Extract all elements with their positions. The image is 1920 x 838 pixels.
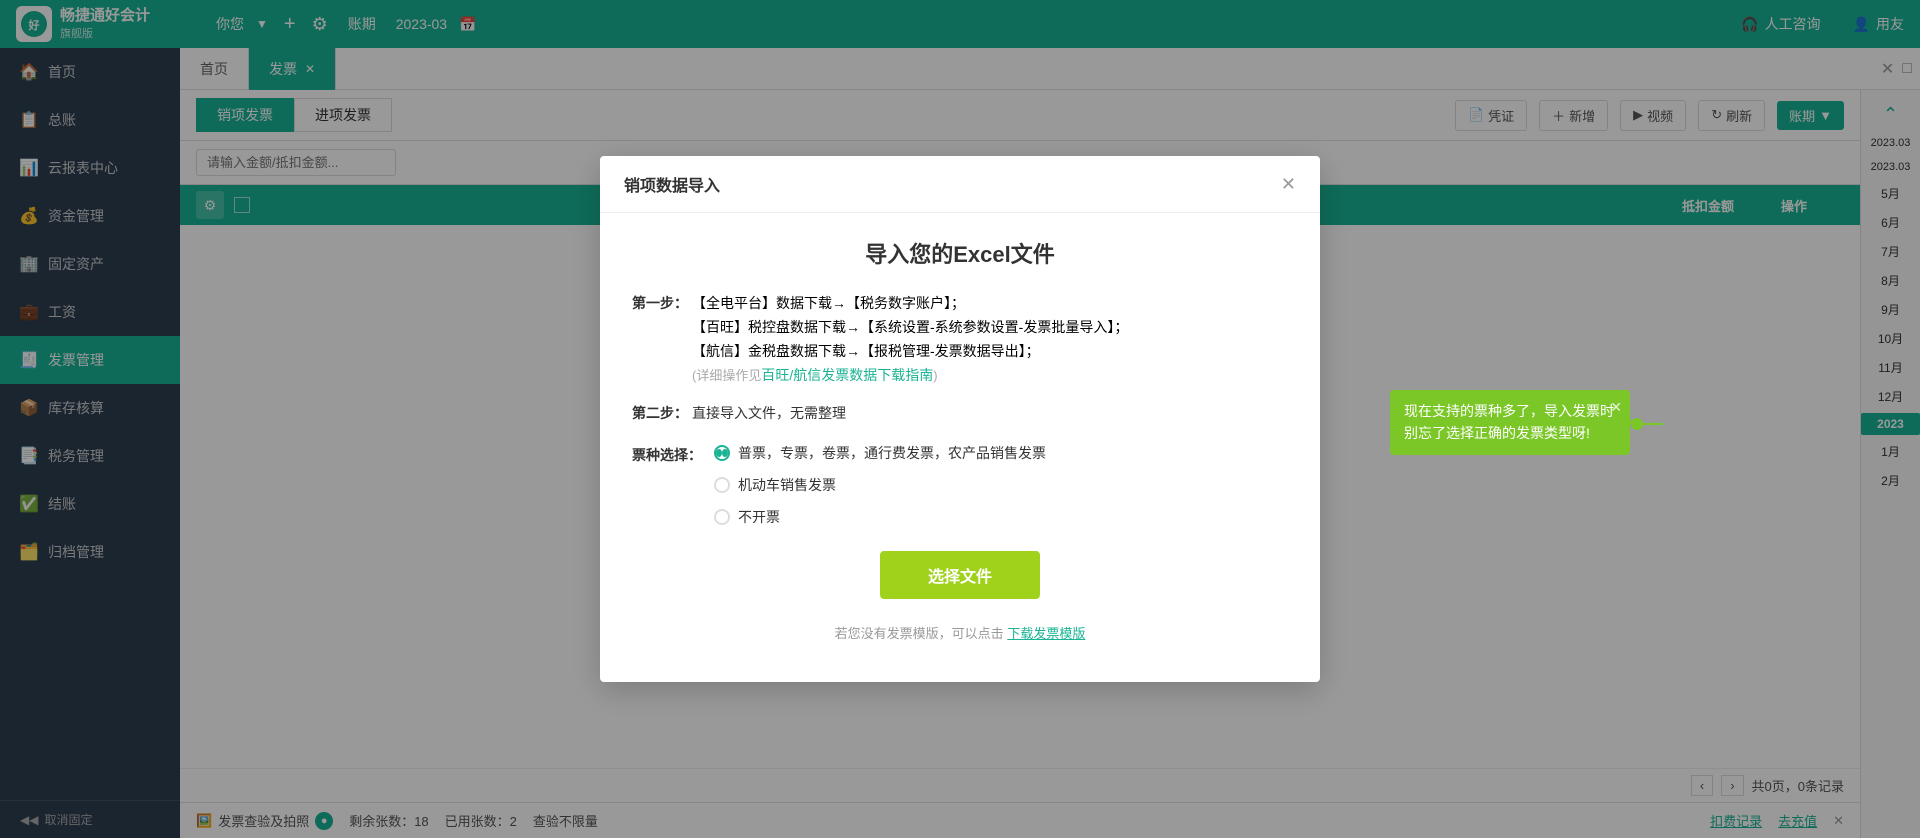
step1-row: 第一步： 【全电平台】数据下载→【税务数字账户】； 【百旺】税控盘数据下载→【系… — [632, 293, 1288, 385]
radio-option-2[interactable]: 不开票 — [714, 507, 1046, 527]
radio-group: 普票，专票，卷票，通行费发票，农产品销售发票 机动车销售发票 不开票 — [714, 443, 1046, 527]
radio-circle-1 — [714, 477, 730, 493]
tooltip-close-button[interactable]: ✕ — [1610, 396, 1622, 418]
step1-label: 第一步： — [632, 293, 688, 313]
step2-label: 第二步： — [632, 403, 688, 423]
footer-note-text: 若您没有发票模版，可以点击 — [835, 626, 1004, 641]
radio-option-0[interactable]: 普票，专票，卷票，通行费发票，农产品销售发票 — [714, 443, 1046, 463]
modal-footer-note: 若您没有发票模版，可以点击 下载发票模版 — [632, 623, 1288, 658]
radio-label-1: 机动车销售发票 — [738, 475, 836, 495]
tooltip-connector-line — [1643, 423, 1663, 425]
ticket-select-row: 票种选择： 普票，专票，卷票，通行费发票，农产品销售发票 机动车销售发票 不开票 — [632, 443, 1288, 527]
modal-overlay: 销项数据导入 ✕ 导入您的Excel文件 第一步： 【全电平台】数据下载→【税务… — [0, 0, 1920, 838]
select-file-button[interactable]: 选择文件 — [880, 551, 1040, 599]
tooltip-connector-dot — [1631, 418, 1643, 430]
radio-option-1[interactable]: 机动车销售发票 — [714, 475, 1046, 495]
step2-row: 第二步： 直接导入文件，无需整理 — [632, 403, 1288, 423]
modal-dialog: 销项数据导入 ✕ 导入您的Excel文件 第一步： 【全电平台】数据下载→【税务… — [600, 156, 1320, 682]
step1-guide-link[interactable]: 百旺/航信发票数据下载指南 — [761, 367, 933, 383]
radio-circle-0 — [714, 445, 730, 461]
step1-link-text: (详细操作见百旺/航信发票数据下载指南) — [692, 365, 1128, 385]
tooltip-bubble: ✕ 现在支持的票种多了，导入发票时别忘了选择正确的发票类型呀! — [1390, 390, 1630, 455]
step1-item-2: 【航信】金税盘数据下载→【报税管理-发票数据导出】； — [692, 341, 1128, 361]
modal-header: 销项数据导入 ✕ — [600, 156, 1320, 213]
ticket-select-label: 票种选择： — [632, 443, 702, 465]
radio-label-0: 普票，专票，卷票，通行费发票，农产品销售发票 — [738, 443, 1046, 463]
radio-label-2: 不开票 — [738, 507, 780, 527]
step1-item-1: 【百旺】税控盘数据下载→【系统设置-系统参数设置-发票批量导入】； — [692, 317, 1128, 337]
radio-circle-2 — [714, 509, 730, 525]
modal-close-button[interactable]: ✕ — [1281, 174, 1296, 195]
modal-body: 导入您的Excel文件 第一步： 【全电平台】数据下载→【税务数字账户】； 【百… — [600, 213, 1320, 682]
download-template-link[interactable]: 下载发票模版 — [1007, 626, 1085, 641]
tooltip-text: 现在支持的票种多了，导入发票时别忘了选择正确的发票类型呀! — [1404, 403, 1614, 441]
step2-content: 直接导入文件，无需整理 — [692, 403, 846, 423]
step1-item-0: 【全电平台】数据下载→【税务数字账户】； — [692, 293, 1128, 313]
modal-main-title: 导入您的Excel文件 — [632, 237, 1288, 269]
step1-content: 【全电平台】数据下载→【税务数字账户】； 【百旺】税控盘数据下载→【系统设置-系… — [692, 293, 1128, 385]
modal-title: 销项数据导入 — [624, 172, 720, 196]
